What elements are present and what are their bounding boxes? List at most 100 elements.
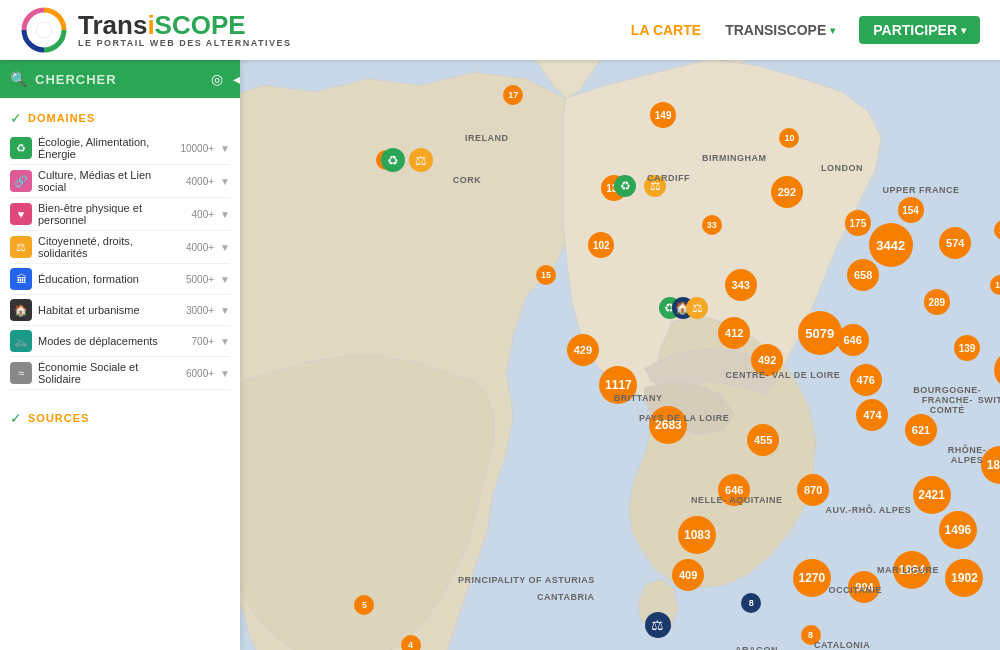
domain-icon-2: ♥ [10, 203, 32, 225]
domain-icon-7: ≈ [10, 362, 32, 384]
domain-item-1[interactable]: 🔗 Culture, Médias et Lien social 4000+ ▼ [10, 165, 230, 198]
map-marker-14[interactable]: 492 [751, 344, 783, 376]
domain-expand-icon-1[interactable]: ▼ [220, 176, 230, 187]
map-icon-marker-16[interactable]: ⚖ [645, 612, 671, 638]
map-marker-39[interactable]: 175 [845, 210, 871, 236]
map-marker-30[interactable]: 1496 [939, 511, 977, 549]
map-icon-marker-1[interactable]: ⚖ [409, 148, 433, 172]
map-marker-0[interactable]: 149 [650, 102, 676, 128]
map-marker-17[interactable]: 646 [837, 324, 869, 356]
map-marker-10[interactable]: 343 [725, 269, 757, 301]
domain-expand-icon-4[interactable]: ▼ [220, 274, 230, 285]
map-marker-7[interactable]: 33 [702, 215, 722, 235]
sources-check-icon: ✓ [10, 410, 22, 426]
map-marker-8[interactable]: 102 [588, 232, 614, 258]
domain-item-4[interactable]: 🏛 Éducation, formation 5000+ ▼ [10, 264, 230, 295]
map-marker-58[interactable]: 8 [741, 593, 761, 613]
map-marker-32[interactable]: 1825 [981, 446, 1000, 484]
map-label-9: PRINCIPALITY OF ASTURIAS [458, 575, 595, 585]
map-marker-12[interactable]: 429 [567, 334, 599, 366]
domain-item-3[interactable]: ⚖ Citoyenneté, droits, solidarités 4000+… [10, 231, 230, 264]
domain-count-5: 3000+ [186, 305, 214, 316]
domain-expand-icon-0[interactable]: ▼ [220, 143, 230, 154]
map-marker-31[interactable]: 2421 [913, 476, 951, 514]
domain-item-5[interactable]: 🏠 Habitat et urbanisme 3000+ ▼ [10, 295, 230, 326]
map-marker-35[interactable]: 289 [924, 289, 950, 315]
nav-participer[interactable]: PARTICIPER ▾ [859, 16, 980, 44]
map-marker-15[interactable]: 5079 [798, 311, 842, 355]
map-marker-36[interactable]: 658 [847, 259, 879, 291]
domain-item-7[interactable]: ≈ Économie Sociale et Solidaire 6000+ ▼ [10, 357, 230, 390]
map-marker-3[interactable]: 17 [503, 85, 523, 105]
map-marker-11[interactable]: 412 [718, 317, 750, 349]
map-marker-16[interactable]: 2683 [649, 406, 687, 444]
domain-name-5: Habitat et urbanisme [38, 304, 180, 316]
map-marker-42[interactable]: 11 [990, 275, 1000, 295]
domain-name-7: Économie Sociale et Solidaire [38, 361, 180, 385]
map-marker-20[interactable]: 621 [905, 414, 937, 446]
map-marker-26[interactable]: 1270 [793, 559, 831, 597]
map-marker-6[interactable]: 292 [771, 176, 803, 208]
domain-expand-icon-2[interactable]: ▼ [220, 209, 230, 220]
logo-icon [20, 6, 68, 54]
map-marker-38[interactable]: 574 [939, 227, 971, 259]
logo-title: TransiSCOPE [78, 12, 292, 38]
sources-header: ✓ SOURCES [10, 410, 230, 426]
location-icon[interactable]: ◎ [211, 71, 223, 87]
nav-la-carte[interactable]: LA CARTE [631, 22, 701, 38]
map-icon-marker-0[interactable]: ♻ [381, 148, 405, 172]
collapse-sidebar-button[interactable]: ◀ [231, 68, 240, 90]
transiscope-chevron-icon: ▾ [830, 25, 835, 36]
logo-text-area: TransiSCOPE LE PORTAIL WEB DES ALTERNATI… [78, 12, 292, 48]
domain-item-6[interactable]: 🚲 Modes de déplacements 700+ ▼ [10, 326, 230, 357]
domaines-label: DOMAINES [28, 112, 95, 124]
map-marker-18[interactable]: 476 [850, 364, 882, 396]
sources-label: SOURCES [28, 412, 89, 424]
map-marker-60[interactable]: 5 [354, 595, 374, 615]
map-marker-34[interactable]: 139 [954, 335, 980, 361]
map-marker-21[interactable]: 455 [747, 424, 779, 456]
map-marker-28[interactable]: 1864 [893, 551, 931, 589]
map-marker-19[interactable]: 474 [856, 399, 888, 431]
map-container[interactable]: 1491011171113729233102153434124291117492… [0, 60, 1000, 650]
map-marker-22[interactable]: 646 [718, 474, 750, 506]
map-label-38: Birmingham [702, 153, 767, 163]
map-marker-61[interactable]: 4 [401, 635, 421, 650]
map-marker-24[interactable]: 1083 [678, 516, 716, 554]
domain-item-2[interactable]: ♥ Bien-être physique et personnel 400+ ▼ [10, 198, 230, 231]
domain-expand-icon-7[interactable]: ▼ [220, 368, 230, 379]
map-marker-29[interactable]: 1902 [945, 559, 983, 597]
domain-count-7: 6000+ [186, 368, 214, 379]
domain-icon-0: ♻ [10, 137, 32, 159]
domain-item-0[interactable]: ♻ Écologie, Alimentation, Énergie 10000+… [10, 132, 230, 165]
map-marker-9[interactable]: 15 [536, 265, 556, 285]
map-marker-59[interactable]: 8 [801, 625, 821, 645]
map-label-2: CENTRE- VAL DE LOIRE [726, 370, 841, 380]
map-marker-40[interactable]: 154 [898, 197, 924, 223]
map-icon-marker-6[interactable]: ⚖ [686, 297, 708, 319]
map-marker-37[interactable]: 3442 [869, 223, 913, 267]
map-marker-13[interactable]: 1117 [599, 366, 637, 404]
map-label-4: AUV.-RHÔ. ALPES [825, 505, 911, 515]
domain-name-0: Écologie, Alimentation, Énergie [38, 136, 174, 160]
svg-point-1 [36, 22, 52, 38]
map-marker-25[interactable]: 409 [672, 559, 704, 591]
domain-expand-icon-3[interactable]: ▼ [220, 242, 230, 253]
domain-count-3: 4000+ [186, 242, 214, 253]
domain-expand-icon-6[interactable]: ▼ [220, 336, 230, 347]
map-marker-27[interactable]: 904 [848, 571, 880, 603]
map-label-21: SWITZERLAND [978, 395, 1000, 405]
map-icon-marker-2[interactable]: ♻ [614, 175, 636, 197]
map-marker-41[interactable]: 11 [994, 220, 1000, 240]
domain-name-4: Éducation, formation [38, 273, 180, 285]
nav-links: LA CARTE TRANSISCOPE ▾ PARTICIPER ▾ [631, 16, 980, 44]
domain-expand-icon-5[interactable]: ▼ [220, 305, 230, 316]
nav-transiscope[interactable]: TRANSISCOPE ▾ [725, 22, 835, 38]
map-marker-1[interactable]: 10 [779, 128, 799, 148]
map-icon-marker-3[interactable]: ⚖ [644, 175, 666, 197]
map-marker-23[interactable]: 870 [797, 474, 829, 506]
search-input[interactable] [35, 72, 203, 87]
map-label-8: CANTABRIA [537, 592, 594, 602]
domain-count-1: 4000+ [186, 176, 214, 187]
map-marker-33[interactable]: 1036 [994, 351, 1000, 389]
